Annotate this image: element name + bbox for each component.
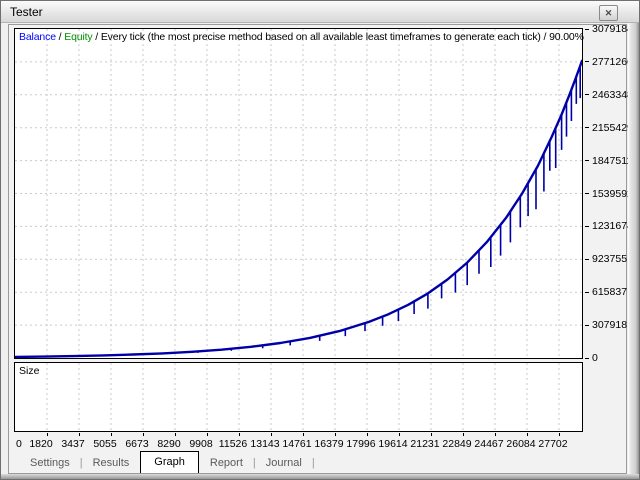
size-panel: Size: [14, 362, 583, 432]
x-tick-label: 17996: [346, 438, 376, 450]
x-tick: [303, 433, 304, 436]
legend-separator: /: [540, 31, 550, 43]
y-tick-label: 0: [592, 352, 598, 364]
y-tick-label: 615837: [592, 286, 628, 299]
tester-content: Balance / Equity / Every tick (the most …: [8, 23, 633, 474]
x-tick-label: 19614: [378, 438, 408, 450]
x-tick-label: 1820: [29, 438, 53, 450]
y-tick: [585, 324, 589, 326]
x-tick: [79, 433, 80, 436]
x-tick-label: 21231: [410, 438, 440, 450]
titlebar[interactable]: Tester: [1, 1, 639, 23]
legend-equity: Equity: [64, 31, 93, 43]
x-tick-label: 24467: [474, 438, 504, 450]
x-tick-label: 27702: [538, 438, 568, 450]
tab-report[interactable]: Report: [201, 454, 252, 473]
y-tick: [585, 225, 589, 227]
y-tick: [585, 127, 589, 129]
y-tick-label: 3079184: [592, 23, 633, 35]
y-tick: [585, 357, 589, 359]
tab-settings[interactable]: Settings: [21, 454, 79, 473]
x-tick: [367, 433, 368, 436]
y-tick-label: 2155429: [592, 121, 633, 134]
y-tick-label: 1539592: [592, 187, 633, 200]
y-tick-label: 2463348: [592, 88, 633, 101]
y-tick: [585, 28, 589, 30]
x-tick-label: 16379: [314, 438, 344, 450]
bottom-edge: [1, 474, 639, 479]
tab-bar: Settings | Results Graph Report | Journal |: [9, 451, 626, 473]
y-tick: [585, 291, 589, 293]
size-panel-grid-svg: [46, 363, 560, 431]
x-tick-label: 14761: [282, 438, 312, 450]
x-tick-label: 6673: [125, 438, 149, 450]
x-tick: [47, 433, 48, 436]
x-tick-label: 9908: [189, 438, 213, 450]
y-tick-label: 1231674: [592, 220, 633, 233]
x-tick: [399, 433, 400, 436]
y-tick: [585, 61, 589, 63]
size-panel-label: Size: [19, 365, 40, 377]
y-tick: [585, 193, 589, 194]
legend-balance: Balance: [19, 31, 56, 43]
tab-graph[interactable]: Graph: [140, 451, 199, 473]
legend-separator: /: [55, 31, 65, 43]
x-tick-label: 26084: [506, 438, 536, 450]
legend-quality: 90.00%: [549, 31, 584, 43]
x-tick-label: 8290: [157, 438, 181, 450]
x-tick: [143, 433, 144, 436]
x-tick-label: 5055: [93, 438, 117, 450]
right-splitter[interactable]: [628, 23, 639, 475]
x-tick: [239, 433, 240, 436]
x-axis: 0 1820 3437 5055 6673 8290 9908 11526 13143 14761…: [15, 433, 590, 453]
y-tick-label: 1847511: [592, 154, 633, 167]
x-tick: [527, 433, 528, 436]
y-tick: [585, 94, 589, 96]
y-axis: 0 307918 615837 923755 1231674 1539592 1847511…: [585, 23, 633, 368]
chart-legend: Balance / Equity / Every tick (the most …: [19, 31, 584, 43]
x-tick-label: 0: [16, 438, 22, 450]
x-tick: [111, 433, 112, 436]
equity-curve-svg: [15, 29, 582, 358]
y-tick-label: 307918: [592, 319, 628, 332]
y-tick-label: 923755: [592, 253, 628, 266]
close-icon: ✕: [604, 7, 613, 18]
window-title: Tester: [10, 4, 43, 19]
x-tick-label: 3437: [61, 438, 85, 450]
x-tick: [335, 433, 336, 436]
x-tick: [175, 433, 176, 436]
chart-area[interactable]: Balance / Equity / Every tick (the most …: [14, 28, 584, 359]
x-tick-label: 13143: [250, 438, 280, 450]
x-tick: [271, 433, 272, 436]
y-tick: [585, 258, 589, 260]
x-tick: [463, 433, 464, 436]
x-tick: [495, 433, 496, 436]
close-button[interactable]: ✕: [599, 5, 618, 21]
x-tick: [431, 433, 432, 436]
y-tick: [585, 160, 589, 162]
legend-separator: /: [92, 31, 101, 43]
x-tick: [559, 433, 560, 436]
tester-window: Tester ✕ Balance / Equity / Every tick (…: [0, 0, 640, 480]
legend-method: Every tick (the most precise method base…: [100, 31, 541, 43]
x-tick-label: 11526: [218, 438, 248, 450]
tab-separator: |: [311, 457, 315, 469]
tab-results[interactable]: Results: [84, 454, 139, 473]
y-tick-label: 2771266: [592, 55, 633, 68]
x-tick: [207, 433, 208, 436]
tab-journal[interactable]: Journal: [257, 454, 311, 473]
x-tick-label: 22849: [442, 438, 472, 450]
